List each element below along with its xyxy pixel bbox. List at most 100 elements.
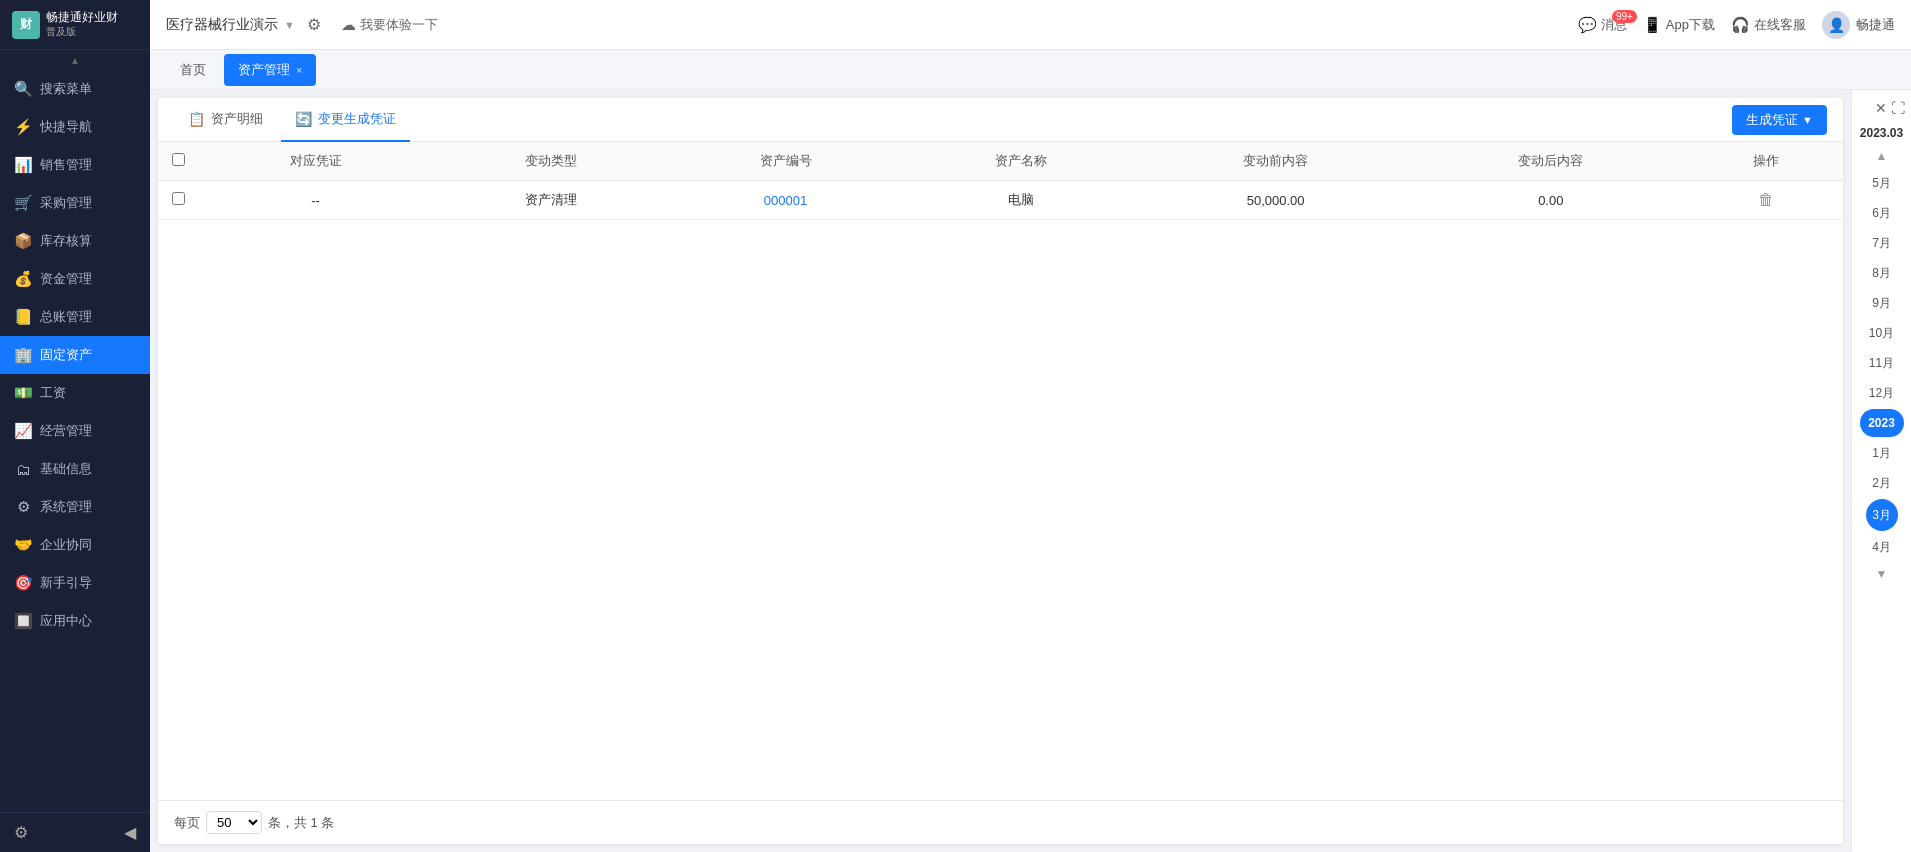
per-page-select[interactable]: 50 10 20 100: [206, 811, 262, 834]
search-icon: 🔍: [14, 80, 32, 98]
sidebar-item-quick-nav[interactable]: ⚡ 快捷导航: [0, 108, 150, 146]
per-page-label: 每页: [174, 814, 200, 832]
inner-tab-asset-detail[interactable]: 📋 资产明细: [174, 98, 277, 142]
header-settings-button[interactable]: ⚙: [307, 15, 321, 34]
sidebar-item-funds[interactable]: 💰 资金管理: [0, 260, 150, 298]
col-voucher: 对应凭证: [198, 142, 433, 181]
month-scroll-down[interactable]: ▼: [1867, 564, 1897, 584]
month-9[interactable]: 9月: [1860, 289, 1904, 317]
tab-close-icon[interactable]: ×: [296, 64, 302, 76]
sidebar-item-purchase[interactable]: 🛒 采购管理: [0, 184, 150, 222]
logo-text: 畅捷通好业财: [46, 10, 118, 26]
company-selector[interactable]: 医疗器械行业演示 ▼: [166, 16, 295, 34]
month-5[interactable]: 5月: [1860, 169, 1904, 197]
logo-sub: 普及版: [46, 25, 118, 39]
sidebar-item-guide[interactable]: 🎯 新手引导: [0, 564, 150, 602]
month-3-active[interactable]: 3月: [1866, 499, 1898, 531]
row-checkbox-cell: [158, 181, 198, 220]
pagination: 每页 50 10 20 100 条，共 1 条: [158, 800, 1843, 844]
sidebar-item-label: 资金管理: [40, 270, 92, 288]
feedback-button[interactable]: ☁ 我要体验一下: [341, 16, 438, 34]
cell-after: 0.00: [1413, 181, 1688, 220]
sidebar-item-operations[interactable]: 📈 经营管理: [0, 412, 150, 450]
month-12[interactable]: 12月: [1860, 379, 1904, 407]
month-7[interactable]: 7月: [1860, 229, 1904, 257]
sidebar-item-app-center[interactable]: 🔲 应用中心: [0, 602, 150, 640]
sales-icon: 📊: [14, 156, 32, 174]
company-name: 医疗器械行业演示: [166, 16, 278, 34]
col-asset-code: 资产编号: [668, 142, 903, 181]
row-checkbox[interactable]: [172, 192, 185, 205]
col-before: 变动前内容: [1138, 142, 1413, 181]
sidebar-item-label: 经营管理: [40, 422, 92, 440]
avatar: 👤: [1822, 11, 1850, 39]
sidebar-search[interactable]: 🔍 搜索菜单: [0, 70, 150, 108]
app-download-button[interactable]: 📱 App下载: [1643, 16, 1715, 34]
sidebar-item-system[interactable]: ⚙ 系统管理: [0, 488, 150, 526]
select-all-checkbox[interactable]: [172, 153, 185, 166]
enterprise-icon: 🤝: [14, 536, 32, 554]
online-service-button[interactable]: 🎧 在线客服: [1731, 16, 1806, 34]
tab-home[interactable]: 首页: [166, 54, 220, 86]
sidebar-item-label: 企业协同: [40, 536, 92, 554]
sidebar-item-salary[interactable]: 💵 工资: [0, 374, 150, 412]
inner-tab-generate-voucher[interactable]: 🔄 变更生成凭证: [281, 98, 410, 142]
month-11[interactable]: 11月: [1860, 349, 1904, 377]
month-2[interactable]: 2月: [1860, 469, 1904, 497]
right-panel-header: ✕ ⛶: [1852, 94, 1911, 122]
year-2023[interactable]: 2023: [1860, 409, 1904, 437]
month-10[interactable]: 10月: [1860, 319, 1904, 347]
fixed-assets-icon: 🏢: [14, 346, 32, 364]
tab-assets[interactable]: 资产管理 ×: [224, 54, 316, 86]
select-all-header: [158, 142, 198, 181]
ledger-icon: 📒: [14, 308, 32, 326]
month-1[interactable]: 1月: [1860, 439, 1904, 467]
settings-bottom-icon[interactable]: ⚙: [14, 823, 28, 842]
sidebar-item-inventory[interactable]: 📦 库存核算: [0, 222, 150, 260]
sidebar-scroll-up[interactable]: ▲: [0, 50, 150, 70]
sidebar-item-fixed-assets[interactable]: 🏢 固定资产: [0, 336, 150, 374]
cell-change-type: 资产清理: [433, 181, 668, 220]
message-button[interactable]: 💬 消息 99+: [1578, 16, 1627, 34]
app-download-icon: 📱: [1643, 16, 1662, 34]
sidebar: 财 畅捷通好业财 普及版 ▲ 🔍 搜索菜单 ⚡ 快捷导航 📊 销售管理 🛒 采购…: [0, 0, 150, 852]
main-content: 医疗器械行业演示 ▼ ⚙ ☁ 我要体验一下 💬 消息 99+ 📱 App下载 🎧…: [150, 0, 1911, 852]
generate-btn-label: 生成凭证: [1746, 111, 1798, 129]
generate-btn-arrow-icon: ▼: [1802, 114, 1813, 126]
operations-icon: 📈: [14, 422, 32, 440]
month-8[interactable]: 8月: [1860, 259, 1904, 287]
cell-before: 50,000.00: [1138, 181, 1413, 220]
user-profile[interactable]: 👤 畅捷通: [1822, 11, 1895, 39]
col-after: 变动后内容: [1413, 142, 1688, 181]
sidebar-item-basic-info[interactable]: 🗂 基础信息: [0, 450, 150, 488]
generate-voucher-button[interactable]: 生成凭证 ▼: [1732, 105, 1827, 135]
tab-navigation: 首页 资产管理 ×: [150, 50, 1911, 90]
content-area: 📋 资产明细 🔄 变更生成凭证 生成凭证 ▼: [150, 90, 1911, 852]
guide-icon: 🎯: [14, 574, 32, 592]
cell-asset-code: 000001: [668, 181, 903, 220]
tab-home-label: 首页: [180, 61, 206, 79]
generate-voucher-icon: 🔄: [295, 111, 312, 127]
month-scroll-up[interactable]: ▲: [1867, 146, 1897, 166]
col-asset-name: 资产名称: [903, 142, 1138, 181]
inner-tab-asset-detail-label: 资产明细: [211, 110, 263, 128]
cell-action[interactable]: 🗑: [1688, 181, 1843, 220]
sidebar-item-enterprise[interactable]: 🤝 企业协同: [0, 526, 150, 564]
right-panel-expand-icon[interactable]: ⛶: [1891, 100, 1905, 116]
right-panel-close-icon[interactable]: ✕: [1875, 100, 1887, 116]
tab-assets-label: 资产管理: [238, 61, 290, 79]
sidebar-item-label: 新手引导: [40, 574, 92, 592]
inner-tab-generate-voucher-label: 变更生成凭证: [318, 110, 396, 128]
sidebar-item-label: 系统管理: [40, 498, 92, 516]
salary-icon: 💵: [14, 384, 32, 402]
month-6[interactable]: 6月: [1860, 199, 1904, 227]
feedback-icon: ☁: [341, 16, 356, 34]
month-4[interactable]: 4月: [1860, 533, 1904, 561]
cell-voucher: --: [198, 181, 433, 220]
sidebar-item-sales[interactable]: 📊 销售管理: [0, 146, 150, 184]
company-arrow-icon: ▼: [284, 19, 295, 31]
collapse-icon[interactable]: ◀: [124, 823, 136, 842]
right-panel: ✕ ⛶ 2023.03 ▲ 5月 6月 7月 8月 9月 10月 11月 12月…: [1851, 90, 1911, 852]
delete-icon[interactable]: 🗑: [1758, 191, 1774, 208]
sidebar-item-ledger[interactable]: 📒 总账管理: [0, 298, 150, 336]
